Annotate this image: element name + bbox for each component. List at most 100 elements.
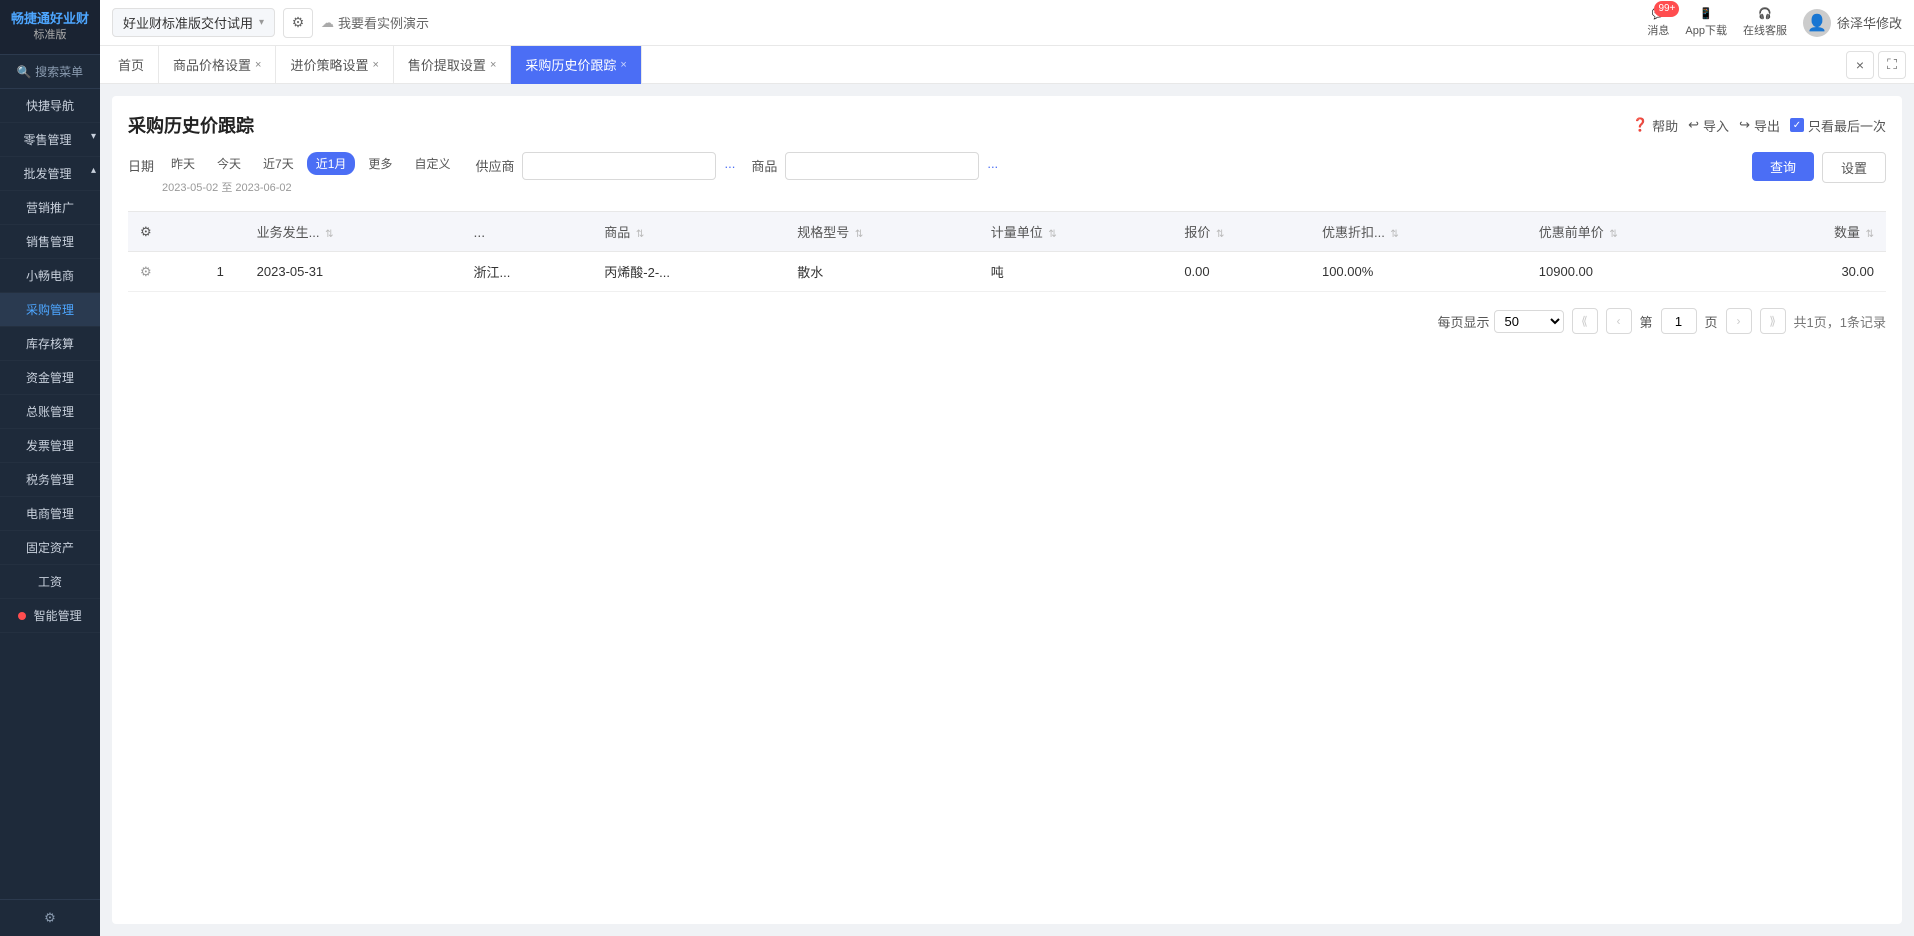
export-button[interactable]: ↪ 导出 <box>1739 116 1780 135</box>
close-icon[interactable]: × <box>490 59 496 71</box>
supplier-filter-group: 供应商 ... <box>475 152 735 180</box>
checkbox-icon: ✓ <box>1790 118 1804 132</box>
sidebar-item-label: 税务管理 <box>26 473 74 487</box>
sidebar-item-label: 销售管理 <box>26 235 74 249</box>
date-buttons: 昨天 今天 近7天 近1月 更多 自定义 <box>162 152 459 175</box>
row-supplier: 浙江... <box>461 252 592 292</box>
help-button[interactable]: ❓ 帮助 <box>1632 116 1678 135</box>
top-bar-left: 好业财标准版交付试用 ▾ ⚙ ☁ 我要看实例演示 <box>112 8 429 38</box>
product-input[interactable] <box>794 159 970 174</box>
per-page-select: 每页显示 50 10 20 100 <box>1437 310 1563 333</box>
col-pre-discount-price[interactable]: 优惠前单价 ⇅ <box>1527 212 1749 252</box>
col-dots[interactable]: ... <box>461 212 592 252</box>
edition-settings-button[interactable]: ⚙ <box>283 8 313 38</box>
sidebar-item-small-ecommerce[interactable]: 小畅电商 <box>0 259 100 293</box>
settings-button[interactable]: 设置 <box>1822 152 1886 183</box>
tab-sale-price[interactable]: 售价提取设置 × <box>394 46 511 84</box>
supplier-filter-label: 供应商 <box>475 152 514 175</box>
logo-sub: 标准版 <box>8 28 92 43</box>
product-input-wrap <box>785 152 979 180</box>
maximize-tab-button[interactable]: ⛶ <box>1878 51 1906 79</box>
tab-home[interactable]: 首页 <box>104 46 159 84</box>
sidebar-item-wholesale[interactable]: 批发管理 ▴ <box>0 157 100 191</box>
sidebar-item-tax[interactable]: 税务管理 <box>0 463 100 497</box>
customer-service-button[interactable]: 🎧 在线客服 <box>1743 7 1787 38</box>
date-btn-last7[interactable]: 近7天 <box>254 152 303 175</box>
sidebar-item-invoice[interactable]: 发票管理 <box>0 429 100 463</box>
close-icon[interactable]: × <box>372 59 378 71</box>
sidebar-search[interactable]: 🔍 搜索菜单 <box>0 55 100 89</box>
row-index: 1 <box>205 252 245 292</box>
col-settings[interactable]: ⚙ <box>128 212 205 252</box>
close-icon[interactable]: × <box>255 59 261 71</box>
help-icon: ❓ <box>1632 117 1648 133</box>
row-discount: 100.00% <box>1310 252 1527 292</box>
row-unit: 吨 <box>979 252 1173 292</box>
date-btn-today[interactable]: 今天 <box>208 152 250 175</box>
close-tab-button[interactable]: × <box>1846 51 1874 79</box>
app-download-button[interactable]: 📱 App下载 <box>1685 7 1727 38</box>
first-page-button[interactable]: ⟪ <box>1572 308 1598 334</box>
data-table: ⚙ 业务发生... ⇅ ... 商品 ⇅ 规格型号 ⇅ 计量单位 ⇅ 报价 ⇅ … <box>128 211 1886 292</box>
import-button[interactable]: ↩ 导入 <box>1688 116 1729 135</box>
page-number-input[interactable] <box>1661 308 1697 334</box>
sidebar-search-label: 搜索菜单 <box>35 65 83 79</box>
query-button[interactable]: 查询 <box>1752 152 1814 181</box>
close-icon[interactable]: × <box>620 59 626 71</box>
date-btn-more[interactable]: 更多 <box>359 152 401 175</box>
sidebar-item-retail[interactable]: 零售管理 ▾ <box>0 123 100 157</box>
tab-purchase-track[interactable]: 采购历史价跟踪 × <box>511 46 641 84</box>
sidebar-item-smart[interactable]: 智能管理 <box>0 599 100 633</box>
tab-strategy[interactable]: 进价策略设置 × <box>276 46 393 84</box>
date-btn-custom[interactable]: 自定义 <box>405 152 459 175</box>
sidebar-item-fixed-assets[interactable]: 固定资产 <box>0 531 100 565</box>
sidebar-item-payroll[interactable]: 工资 <box>0 565 100 599</box>
export-label: 导出 <box>1754 116 1780 135</box>
sidebar-item-sales[interactable]: 销售管理 <box>0 225 100 259</box>
demo-link[interactable]: ☁ 我要看实例演示 <box>321 13 429 32</box>
product-more-button[interactable]: ... <box>987 152 998 175</box>
supplier-more-button[interactable]: ... <box>724 152 735 175</box>
sidebar-item-marketing[interactable]: 营销推广 <box>0 191 100 225</box>
smart-dot-icon <box>18 612 26 620</box>
col-spec[interactable]: 规格型号 ⇅ <box>785 212 979 252</box>
sidebar-item-purchase[interactable]: 采购管理 <box>0 293 100 327</box>
date-range-text: 2023-05-02 至 2023-06-02 <box>162 179 459 195</box>
page-prefix-label: 第 <box>1640 312 1653 331</box>
avatar: 👤 <box>1803 9 1831 37</box>
col-product[interactable]: 商品 ⇅ <box>592 212 785 252</box>
page-header-actions: ❓ 帮助 ↩ 导入 ↪ 导出 ✓ 只看最后一次 <box>1632 116 1886 135</box>
sidebar-item-label: 小畅电商 <box>26 269 74 283</box>
sidebar-item-capital[interactable]: 资金管理 <box>0 361 100 395</box>
message-button[interactable]: 💬 99+ 消息 <box>1647 7 1669 38</box>
only-last-checkbox[interactable]: ✓ 只看最后一次 <box>1790 116 1886 135</box>
date-btn-yesterday[interactable]: 昨天 <box>162 152 204 175</box>
date-filter-options: 昨天 今天 近7天 近1月 更多 自定义 2023-05-02 至 2023-0… <box>162 152 459 195</box>
col-quote[interactable]: 报价 ⇅ <box>1172 212 1310 252</box>
next-page-button[interactable]: › <box>1726 308 1752 334</box>
prev-page-button[interactable]: ‹ <box>1606 308 1632 334</box>
col-biz-date[interactable]: 业务发生... ⇅ <box>245 212 462 252</box>
col-quantity[interactable]: 数量 ⇅ <box>1748 212 1886 252</box>
row-settings[interactable]: ⚙ <box>128 252 205 292</box>
user-info[interactable]: 👤 徐泽华修改 <box>1803 9 1902 37</box>
sidebar-item-nav[interactable]: 快捷导航 <box>0 89 100 123</box>
close-icon: × <box>1856 57 1864 73</box>
edition-selector[interactable]: 好业财标准版交付试用 ▾ <box>112 8 275 37</box>
export-icon: ↪ <box>1739 117 1750 133</box>
sidebar-gear-button[interactable]: ⚙ <box>0 899 100 936</box>
supplier-input[interactable] <box>531 159 707 174</box>
last-page-button[interactable]: ⟫ <box>1760 308 1786 334</box>
date-filter-group: 日期 昨天 今天 近7天 近1月 更多 自定义 2023-05-02 至 202… <box>128 152 459 195</box>
sidebar-item-ecommerce[interactable]: 电商管理 <box>0 497 100 531</box>
sidebar-item-general-ledger[interactable]: 总账管理 <box>0 395 100 429</box>
sidebar-item-inventory[interactable]: 库存核算 <box>0 327 100 361</box>
tab-price[interactable]: 商品价格设置 × <box>159 46 276 84</box>
import-label: 导入 <box>1703 116 1729 135</box>
date-btn-last1m[interactable]: 近1月 <box>307 152 356 175</box>
only-last-label: 只看最后一次 <box>1808 116 1886 135</box>
col-discount[interactable]: 优惠折扣... ⇅ <box>1310 212 1527 252</box>
col-unit[interactable]: 计量单位 ⇅ <box>979 212 1173 252</box>
sidebar-item-label: 固定资产 <box>26 541 74 555</box>
per-page-dropdown[interactable]: 50 10 20 100 <box>1494 310 1564 333</box>
